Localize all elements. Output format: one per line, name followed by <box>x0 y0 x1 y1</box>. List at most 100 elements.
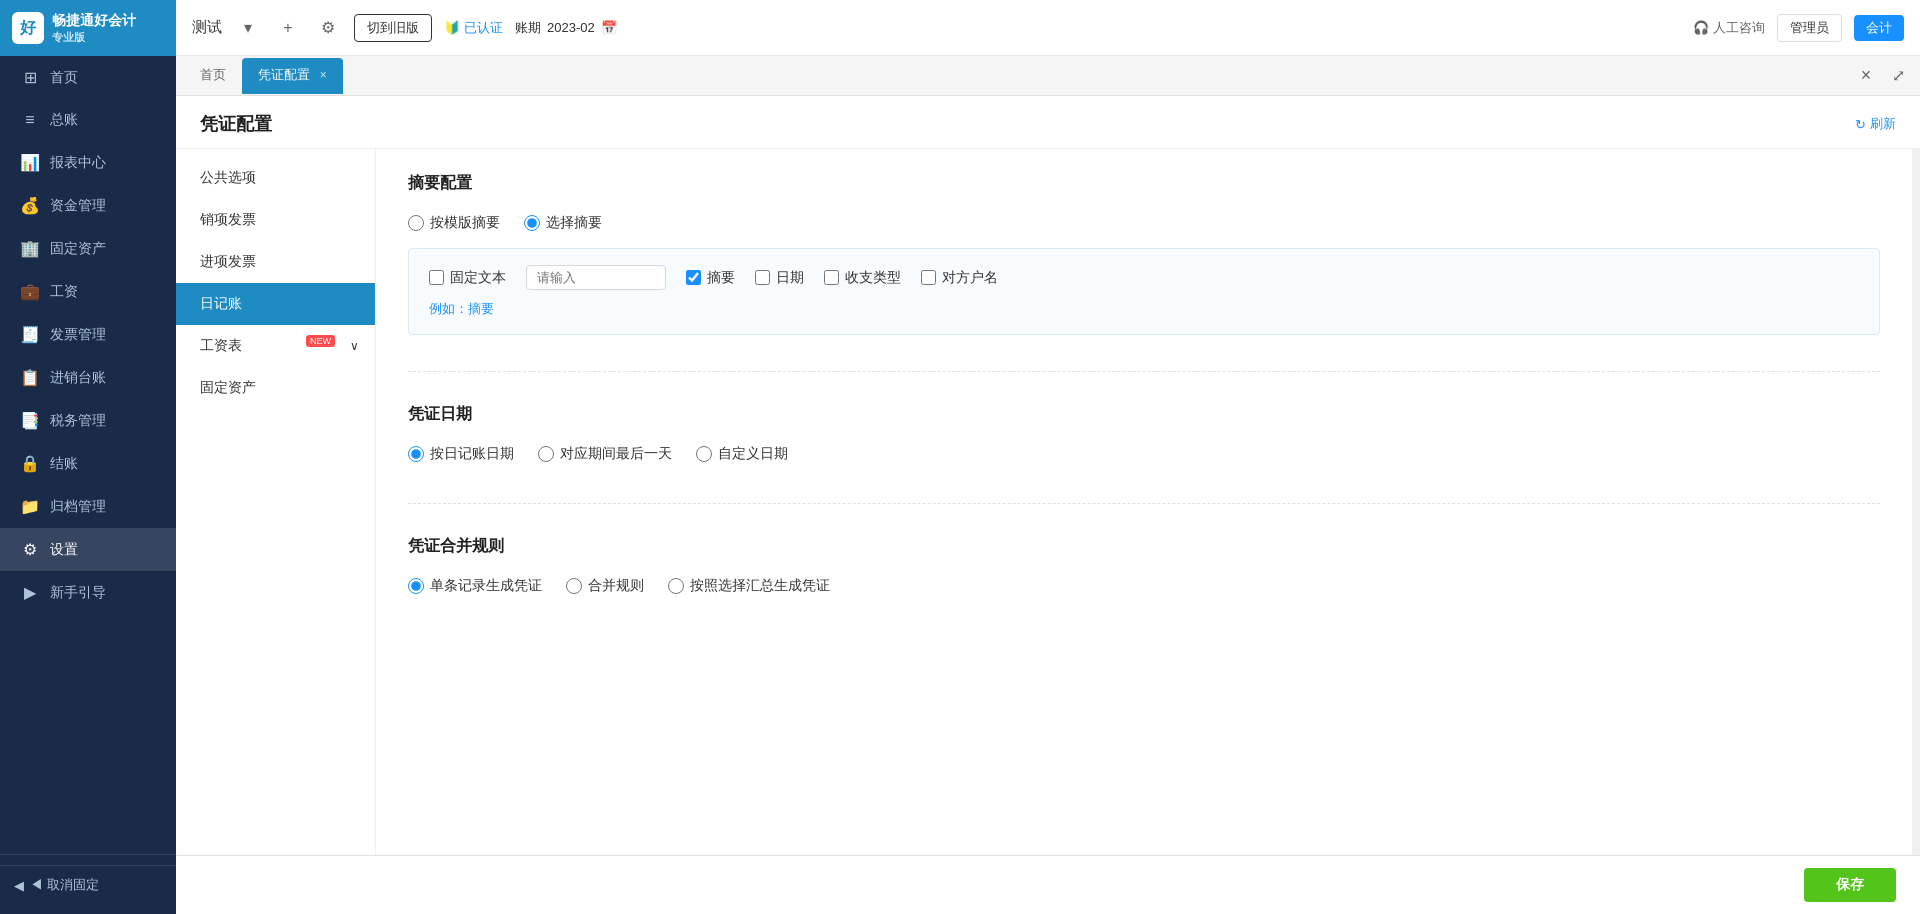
counterpart-label: 对方户名 <box>942 269 998 287</box>
journal-date-radio[interactable] <box>408 446 424 462</box>
summary-select-option[interactable]: 选择摘要 <box>524 214 602 232</box>
sidebar-item-label: 结账 <box>50 455 78 473</box>
summary-checkbox-option[interactable]: 摘要 <box>686 269 735 287</box>
date-checkbox[interactable] <box>755 270 770 285</box>
tab-home[interactable]: 首页 <box>184 58 242 94</box>
company-dropdown-button[interactable]: ▾ <box>234 14 262 42</box>
sidebar-item-assets[interactable]: 🏢 固定资产 <box>0 227 176 270</box>
save-button[interactable]: 保存 <box>1804 868 1896 902</box>
custom-date-option[interactable]: 自定义日期 <box>696 445 788 463</box>
nav-journal-label: 日记账 <box>200 295 242 311</box>
sidebar-item-wages[interactable]: 💼 工资 <box>0 270 176 313</box>
nav-public-label: 公共选项 <box>200 169 256 185</box>
journal-date-option[interactable]: 按日记账日期 <box>408 445 514 463</box>
summary-template-radio[interactable] <box>408 215 424 231</box>
add-button[interactable]: + <box>274 14 302 42</box>
sidebar-item-capital[interactable]: 💰 资金管理 <box>0 184 176 227</box>
sidebar-item-archive[interactable]: 📁 归档管理 <box>0 485 176 528</box>
counterpart-checkbox[interactable] <box>921 270 936 285</box>
nav-public[interactable]: 公共选项 <box>176 157 375 199</box>
summary-checkbox[interactable] <box>686 270 701 285</box>
nav-payroll[interactable]: 工资表 NEW ∨ <box>176 325 375 367</box>
capital-icon: 💰 <box>20 196 40 215</box>
company-name: 测试 <box>192 18 222 37</box>
merge-rule-radio[interactable] <box>566 578 582 594</box>
nav-purchase-invoice-label: 进项发票 <box>200 253 256 269</box>
merge-rule-option[interactable]: 合并规则 <box>566 577 644 595</box>
home-icon: ⊞ <box>20 68 40 87</box>
fixed-text-checkbox[interactable] <box>429 270 444 285</box>
period-info: 账期 2023-02 📅 <box>515 19 617 37</box>
sidebar-item-ledger[interactable]: ≡ 总账 <box>0 99 176 141</box>
settings-button[interactable]: ⚙ <box>314 14 342 42</box>
summary-template-label: 按模版摘要 <box>430 214 500 232</box>
income-type-checkbox-option[interactable]: 收支类型 <box>824 269 901 287</box>
old-version-button[interactable]: 切到旧版 <box>354 14 432 42</box>
role-button[interactable]: 会计 <box>1854 15 1904 41</box>
nav-purchase-invoice[interactable]: 进项发票 <box>176 241 375 283</box>
custom-date-radio[interactable] <box>696 446 712 462</box>
nav-fixed-assets[interactable]: 固定资产 <box>176 367 375 409</box>
income-type-checkbox[interactable] <box>824 270 839 285</box>
date-radio-group: 按日记账日期 对应期间最后一天 自定义日期 <box>408 445 1880 463</box>
tab-home-label: 首页 <box>200 67 226 82</box>
sidebar-item-close[interactable]: 🔒 结账 <box>0 442 176 485</box>
cancel-fixed-icon: ◀ <box>14 878 24 893</box>
sidebar-item-guide[interactable]: ▶ 新手引导 <box>0 571 176 614</box>
last-day-option[interactable]: 对应期间最后一天 <box>538 445 672 463</box>
tab-voucher-config-label: 凭证配置 <box>258 67 310 82</box>
fullscreen-button[interactable]: ⤢ <box>1884 62 1912 90</box>
tab-voucher-config[interactable]: 凭证配置 × <box>242 58 343 94</box>
calendar-icon[interactable]: 📅 <box>601 20 617 35</box>
certified-icon: 🔰 <box>444 20 460 35</box>
merge-radio-group: 单条记录生成凭证 合并规则 按照选择汇总生成凭证 <box>408 577 1880 595</box>
nav-journal[interactable]: 日记账 <box>176 283 375 325</box>
right-scrollbar[interactable] <box>1912 149 1920 855</box>
page-header: 凭证配置 ↻ 刷新 <box>176 96 1920 149</box>
sidebar-item-settings[interactable]: ⚙ 设置 <box>0 528 176 571</box>
nav-sales-invoice[interactable]: 销项发票 <box>176 199 375 241</box>
manager-button[interactable]: 管理员 <box>1777 14 1842 42</box>
page-wrapper: 凭证配置 ↻ 刷新 公共选项 销项发票 进项发票 <box>176 96 1920 914</box>
single-record-radio[interactable] <box>408 578 424 594</box>
sidebar-item-home[interactable]: ⊞ 首页 <box>0 56 176 99</box>
sidebar-item-tax[interactable]: 📑 税务管理 <box>0 399 176 442</box>
new-badge: NEW <box>306 335 335 347</box>
sidebar-item-purchase[interactable]: 📋 进销台账 <box>0 356 176 399</box>
select-merge-radio[interactable] <box>668 578 684 594</box>
sidebar-item-label: 资金管理 <box>50 197 106 215</box>
summary-checkbox-label: 摘要 <box>707 269 735 287</box>
consult-button[interactable]: 🎧 人工咨询 <box>1693 19 1765 37</box>
logo-sub: 专业版 <box>52 30 136 45</box>
fixed-text-option[interactable]: 固定文本 <box>429 269 506 287</box>
fixed-text-input[interactable] <box>526 265 666 290</box>
consult-icon: 🎧 <box>1693 20 1709 35</box>
sidebar-item-invoice[interactable]: 🧾 发票管理 <box>0 313 176 356</box>
summary-select-radio[interactable] <box>524 215 540 231</box>
wages-icon: 💼 <box>20 282 40 301</box>
date-checkbox-option[interactable]: 日期 <box>755 269 804 287</box>
sidebar-item-label: 进销台账 <box>50 369 106 387</box>
tab-close-icon[interactable]: × <box>320 68 327 82</box>
certified-label: 已认证 <box>464 19 503 37</box>
window-close-button[interactable]: × <box>1852 62 1880 90</box>
archive-icon: 📁 <box>20 497 40 516</box>
sidebar-item-report[interactable]: 📊 报表中心 <box>0 141 176 184</box>
logo-icon: 好 <box>12 12 44 44</box>
summary-radio-group: 按模版摘要 选择摘要 <box>408 214 1880 232</box>
cancel-fixed-button[interactable]: ◀ ◀ 取消固定 <box>0 865 176 904</box>
select-merge-option[interactable]: 按照选择汇总生成凭证 <box>668 577 830 595</box>
inner-layout: 公共选项 销项发票 进项发票 日记账 工资表 NEW ∨ <box>176 149 1920 855</box>
summary-template-option[interactable]: 按模版摘要 <box>408 214 500 232</box>
main-area: 测试 ▾ + ⚙ 切到旧版 🔰 已认证 账期 2023-02 📅 🎧 人工咨询 … <box>176 0 1920 914</box>
nav-sales-invoice-label: 销项发票 <box>200 211 256 227</box>
date-checkbox-label: 日期 <box>776 269 804 287</box>
right-content: 摘要配置 按模版摘要 选择摘要 <box>376 149 1912 855</box>
merge-section-title: 凭证合并规则 <box>408 536 1880 557</box>
date-config-section: 凭证日期 按日记账日期 对应期间最后一天 <box>408 404 1880 504</box>
counterpart-checkbox-option[interactable]: 对方户名 <box>921 269 998 287</box>
refresh-button[interactable]: ↻ 刷新 <box>1855 115 1896 133</box>
single-record-option[interactable]: 单条记录生成凭证 <box>408 577 542 595</box>
merge-rule-label: 合并规则 <box>588 577 644 595</box>
last-day-radio[interactable] <box>538 446 554 462</box>
